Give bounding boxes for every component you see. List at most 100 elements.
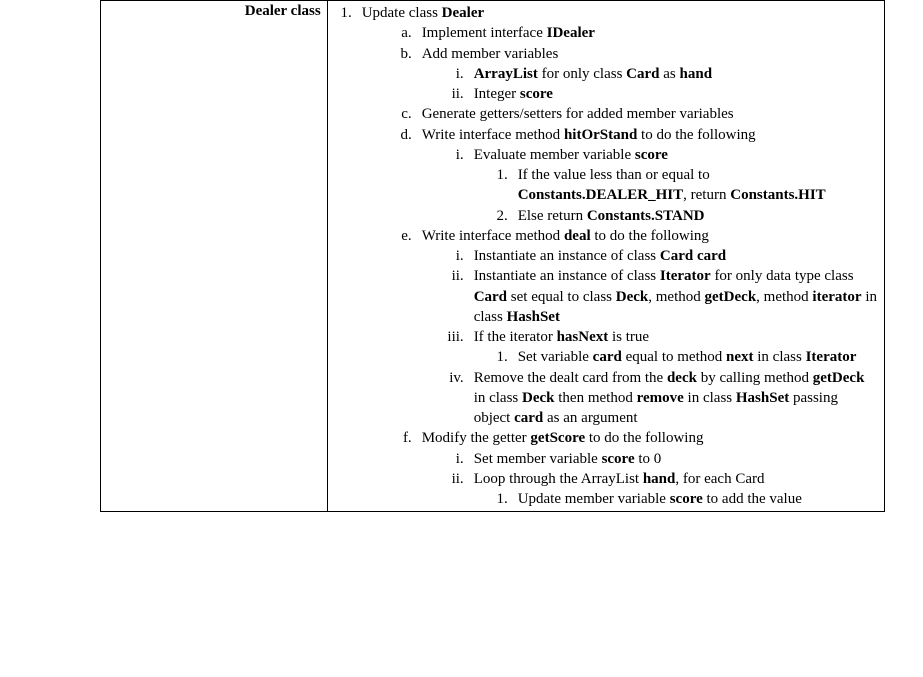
text-run: score [670,491,703,507]
text-run: Constants.HIT [730,187,825,203]
list-item: b. Add member variables [334,44,878,64]
text-run: Else return [518,208,587,224]
list-item: 1.Set variable card equal to method next… [334,347,878,367]
text-run: to do the following [591,228,709,244]
text-run: hasNext [557,329,609,345]
text-run: for only class [538,66,626,82]
list-marker: c. [394,104,412,124]
text-run: Generate getters/setters for added membe… [422,106,734,122]
list-content: Implement interface IDealer [422,23,878,43]
text-run: to 0 [635,451,662,467]
text-run: Dealer [442,5,484,21]
text-run: Update member variable [518,491,670,507]
text-run: in class [684,390,736,406]
text-run: hitOrStand [564,127,637,143]
list-marker: f. [394,428,412,448]
list-marker: iv. [442,368,464,388]
list-item: i.Set member variable score to 0 [334,449,878,469]
list-marker: 1. [490,489,508,509]
text-run: as [660,66,680,82]
list-item: e.Write interface method deal to do the … [334,226,878,246]
text-run: Deck [522,390,555,406]
text-run: Card [626,66,659,82]
text-run: deal [564,228,591,244]
list-item: iii. If the iterator hasNext is true [334,327,878,347]
text-run: If the value less than or equal to [518,167,710,183]
text-run: , method [648,289,704,305]
text-run: , for each Card [675,471,764,487]
text-run: next [726,349,754,365]
text-run: as an argument [543,410,637,426]
list-item: 1. Update member variable score to add th… [334,489,878,509]
row-header-text: Dealer class [245,3,321,19]
list-content: Write interface method hitOrStand to do … [422,125,878,145]
list-marker: i. [442,246,464,266]
text-run: to add the value [703,491,802,507]
list-content: ArrayList for only class Card as hand [474,64,878,84]
text-run: for only data type class [711,268,854,284]
text-run: Write interface method [422,228,564,244]
text-run: Card card [660,248,726,264]
list-marker: 1. [490,347,508,367]
text-run: getScore [530,430,585,446]
text-run: score [520,86,553,102]
text-run: score [635,147,668,163]
document-page: Dealer class 1.Update class Dealera.Impl… [0,0,923,512]
list-item: d. Write interface method hitOrStand to d… [334,125,878,145]
text-run: Integer [474,86,520,102]
text-run: to do the following [637,127,755,143]
text-run: then method [555,390,637,406]
list-item: i.ArrayList for only class Card as hand [334,64,878,84]
list-marker: d. [394,125,412,145]
list-item: i.Instantiate an instance of class Card … [334,246,878,266]
list-marker: ii. [442,84,464,104]
list-item: ii. Integer score [334,84,878,104]
list-content: If the iterator hasNext is true [474,327,878,347]
text-run: Write interface method [422,127,564,143]
text-run: If the iterator [474,329,557,345]
list-marker: 2. [490,206,508,226]
text-run: Evaluate member variable [474,147,635,163]
text-run: hand [680,66,713,82]
list-item: ii.Loop through the ArrayList hand, for … [334,469,878,489]
list-content: Remove the dealt card from the deck by c… [474,368,878,429]
text-run: card [514,410,543,426]
text-run: in class [754,349,806,365]
requirements-table: Dealer class 1.Update class Dealera.Impl… [100,0,885,512]
text-run: by calling method [697,370,813,386]
text-run: Deck [616,289,649,305]
text-run: score [602,451,635,467]
list-content: Integer score [474,84,878,104]
text-run: Instantiate an instance of class [474,268,660,284]
text-run: Update class [362,5,442,21]
text-run: Iterator [806,349,857,365]
list-item: ii.Instantiate an instance of class Iter… [334,266,878,327]
list-content: Else return Constants.STAND [518,206,878,226]
list-item: 1. If the value less than or equal to Con… [334,165,878,206]
list-content: Modify the getter getScore to do the fol… [422,428,878,448]
list-marker: 1. [334,3,352,23]
text-run: getDeck [813,370,865,386]
text-run: set equal to class [507,289,616,305]
list-marker: a. [394,23,412,43]
row-content-cell: 1.Update class Dealera.Implement interfa… [327,1,884,512]
text-run: card [593,349,622,365]
text-run: IDealer [547,25,595,41]
text-run: Loop through the ArrayList [474,471,643,487]
list-content: Set member variable score to 0 [474,449,878,469]
text-run: getDeck [705,289,757,305]
list-item: 2. Else return Constants.STAND [334,206,878,226]
list-content: If the value less than or equal to Const… [518,165,878,206]
list-marker: 1. [490,165,508,185]
list-item: i.Evaluate member variable score [334,145,878,165]
list-content: Generate getters/setters for added membe… [422,104,878,124]
text-run: hand [643,471,676,487]
text-run: Constants.DEALER_HIT [518,187,683,203]
list-marker: b. [394,44,412,64]
text-run: Add member variables [422,46,559,62]
outline-list: 1.Update class Dealera.Implement interfa… [334,3,878,509]
text-run: , return [683,187,730,203]
list-content: Evaluate member variable score [474,145,878,165]
list-content: Update class Dealer [362,3,878,23]
list-marker: iii. [442,327,464,347]
